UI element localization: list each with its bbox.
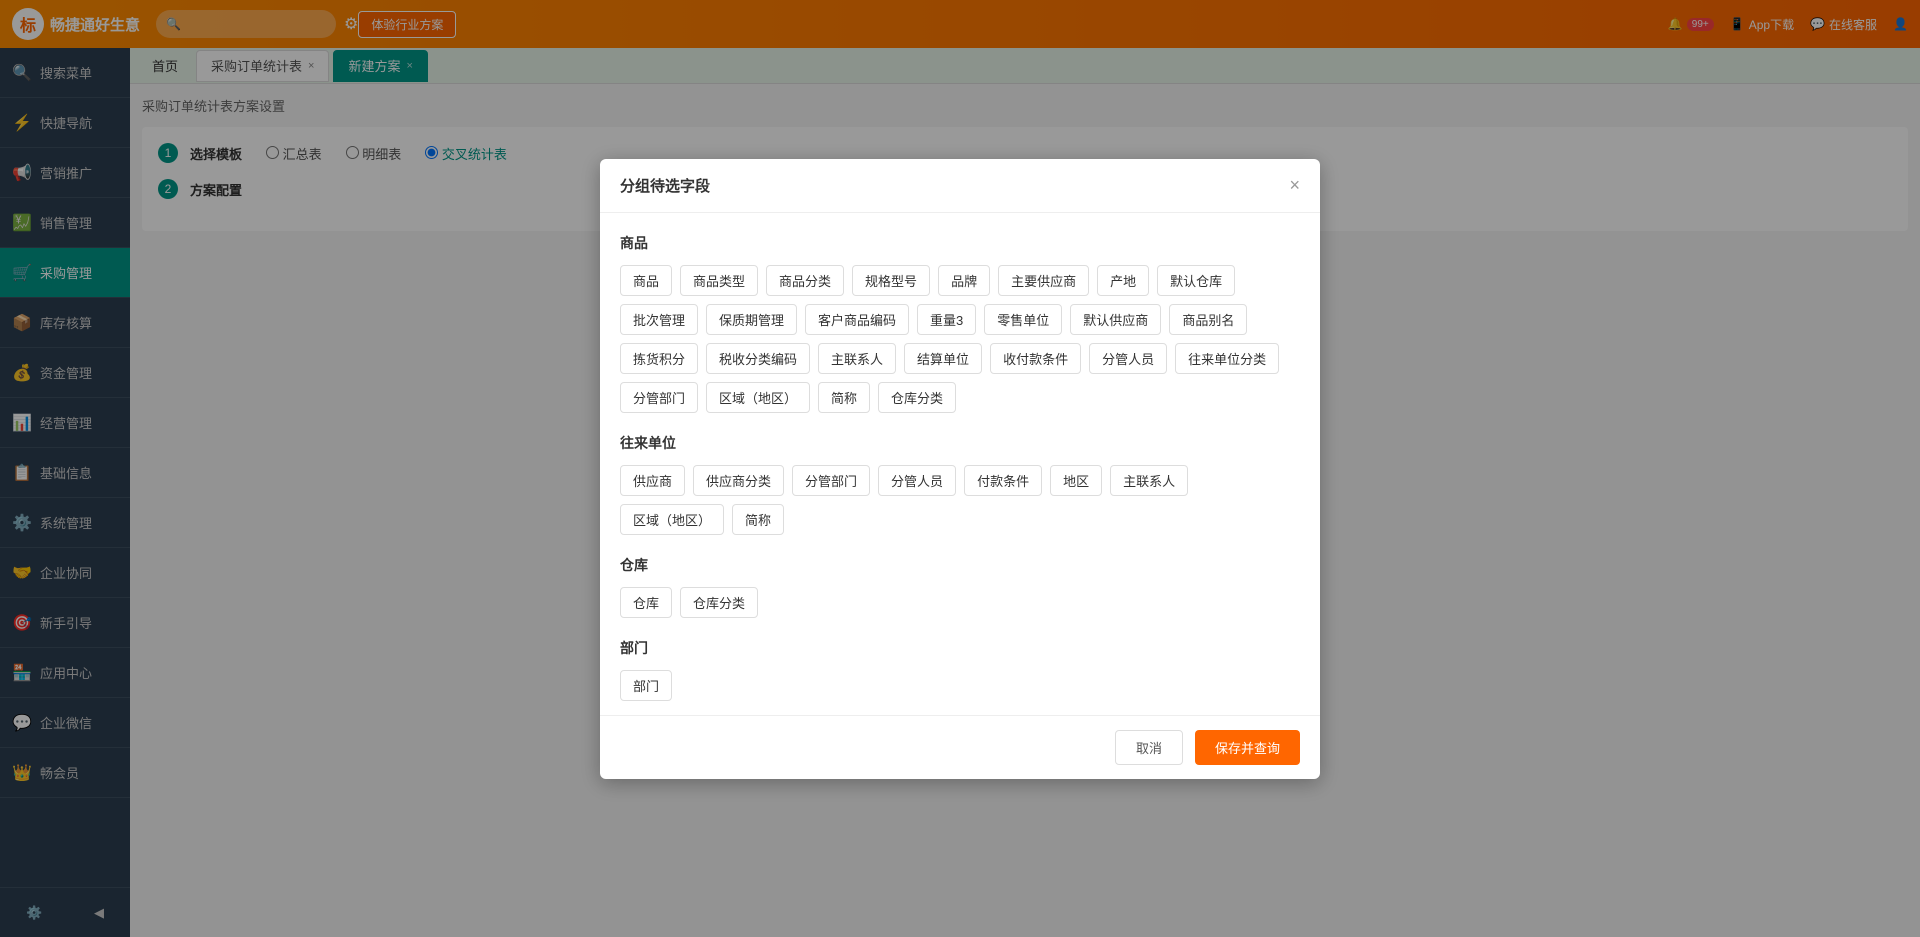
section-title-warehouse: 仓库	[620, 555, 1300, 575]
dialog-close-button[interactable]: ×	[1289, 176, 1300, 194]
field-tag[interactable]: 商品	[620, 265, 672, 296]
field-tag[interactable]: 商品别名	[1169, 304, 1247, 335]
field-tag[interactable]: 主联系人	[818, 343, 896, 374]
field-tag[interactable]: 商品类型	[680, 265, 758, 296]
field-tag[interactable]: 往来单位分类	[1175, 343, 1279, 374]
field-tag[interactable]: 区域（地区）	[706, 382, 810, 413]
dialog-body: 商品 商品 商品类型 商品分类 规格型号 品牌 主要供应商 产地 默认仓库 批次…	[600, 213, 1320, 715]
field-select-dialog: 分组待选字段 × 商品 商品 商品类型 商品分类 规格型号 品牌 主要供应商 产…	[600, 159, 1320, 779]
field-tag[interactable]: 主要供应商	[998, 265, 1089, 296]
field-tag[interactable]: 付款条件	[964, 465, 1042, 496]
field-tag[interactable]: 拣货积分	[620, 343, 698, 374]
section-title-partner: 往来单位	[620, 433, 1300, 453]
field-tag[interactable]: 供应商分类	[693, 465, 784, 496]
field-tag[interactable]: 商品分类	[766, 265, 844, 296]
field-tag[interactable]: 产地	[1097, 265, 1149, 296]
field-tag[interactable]: 税收分类编码	[706, 343, 810, 374]
field-tag[interactable]: 简称	[732, 504, 784, 535]
field-tag[interactable]: 保质期管理	[706, 304, 797, 335]
cancel-button[interactable]: 取消	[1115, 730, 1183, 765]
field-grid-goods: 商品 商品类型 商品分类 规格型号 品牌 主要供应商 产地 默认仓库 批次管理 …	[620, 265, 1300, 413]
modal-overlay: 分组待选字段 × 商品 商品 商品类型 商品分类 规格型号 品牌 主要供应商 产…	[0, 0, 1920, 937]
field-tag[interactable]: 品牌	[938, 265, 990, 296]
dialog-footer: 取消 保存并查询	[600, 715, 1320, 779]
field-tag[interactable]: 结算单位	[904, 343, 982, 374]
field-tag[interactable]: 重量3	[917, 304, 976, 335]
field-tag[interactable]: 供应商	[620, 465, 685, 496]
field-tag[interactable]: 简称	[818, 382, 870, 413]
field-grid-warehouse: 仓库 仓库分类	[620, 587, 1300, 618]
field-tag[interactable]: 分管人员	[878, 465, 956, 496]
field-tag[interactable]: 零售单位	[984, 304, 1062, 335]
field-tag[interactable]: 收付款条件	[990, 343, 1081, 374]
dialog-title: 分组待选字段	[620, 175, 710, 196]
field-tag[interactable]: 部门	[620, 670, 672, 701]
field-tag[interactable]: 区域（地区）	[620, 504, 724, 535]
field-tag[interactable]: 仓库分类	[680, 587, 758, 618]
confirm-button[interactable]: 保存并查询	[1195, 730, 1300, 765]
section-title-goods: 商品	[620, 233, 1300, 253]
field-tag[interactable]: 仓库	[620, 587, 672, 618]
field-tag[interactable]: 分管人员	[1089, 343, 1167, 374]
dialog-header: 分组待选字段 ×	[600, 159, 1320, 213]
field-tag[interactable]: 客户商品编码	[805, 304, 909, 335]
field-grid-department: 部门	[620, 670, 1300, 701]
field-grid-partner: 供应商 供应商分类 分管部门 分管人员 付款条件 地区 主联系人 区域（地区） …	[620, 465, 1300, 535]
section-title-department: 部门	[620, 638, 1300, 658]
field-tag[interactable]: 分管部门	[620, 382, 698, 413]
field-tag[interactable]: 默认供应商	[1070, 304, 1161, 335]
field-tag[interactable]: 规格型号	[852, 265, 930, 296]
field-tag[interactable]: 仓库分类	[878, 382, 956, 413]
field-tag[interactable]: 地区	[1050, 465, 1102, 496]
field-tag[interactable]: 分管部门	[792, 465, 870, 496]
field-tag[interactable]: 主联系人	[1110, 465, 1188, 496]
field-tag[interactable]: 批次管理	[620, 304, 698, 335]
field-tag[interactable]: 默认仓库	[1157, 265, 1235, 296]
